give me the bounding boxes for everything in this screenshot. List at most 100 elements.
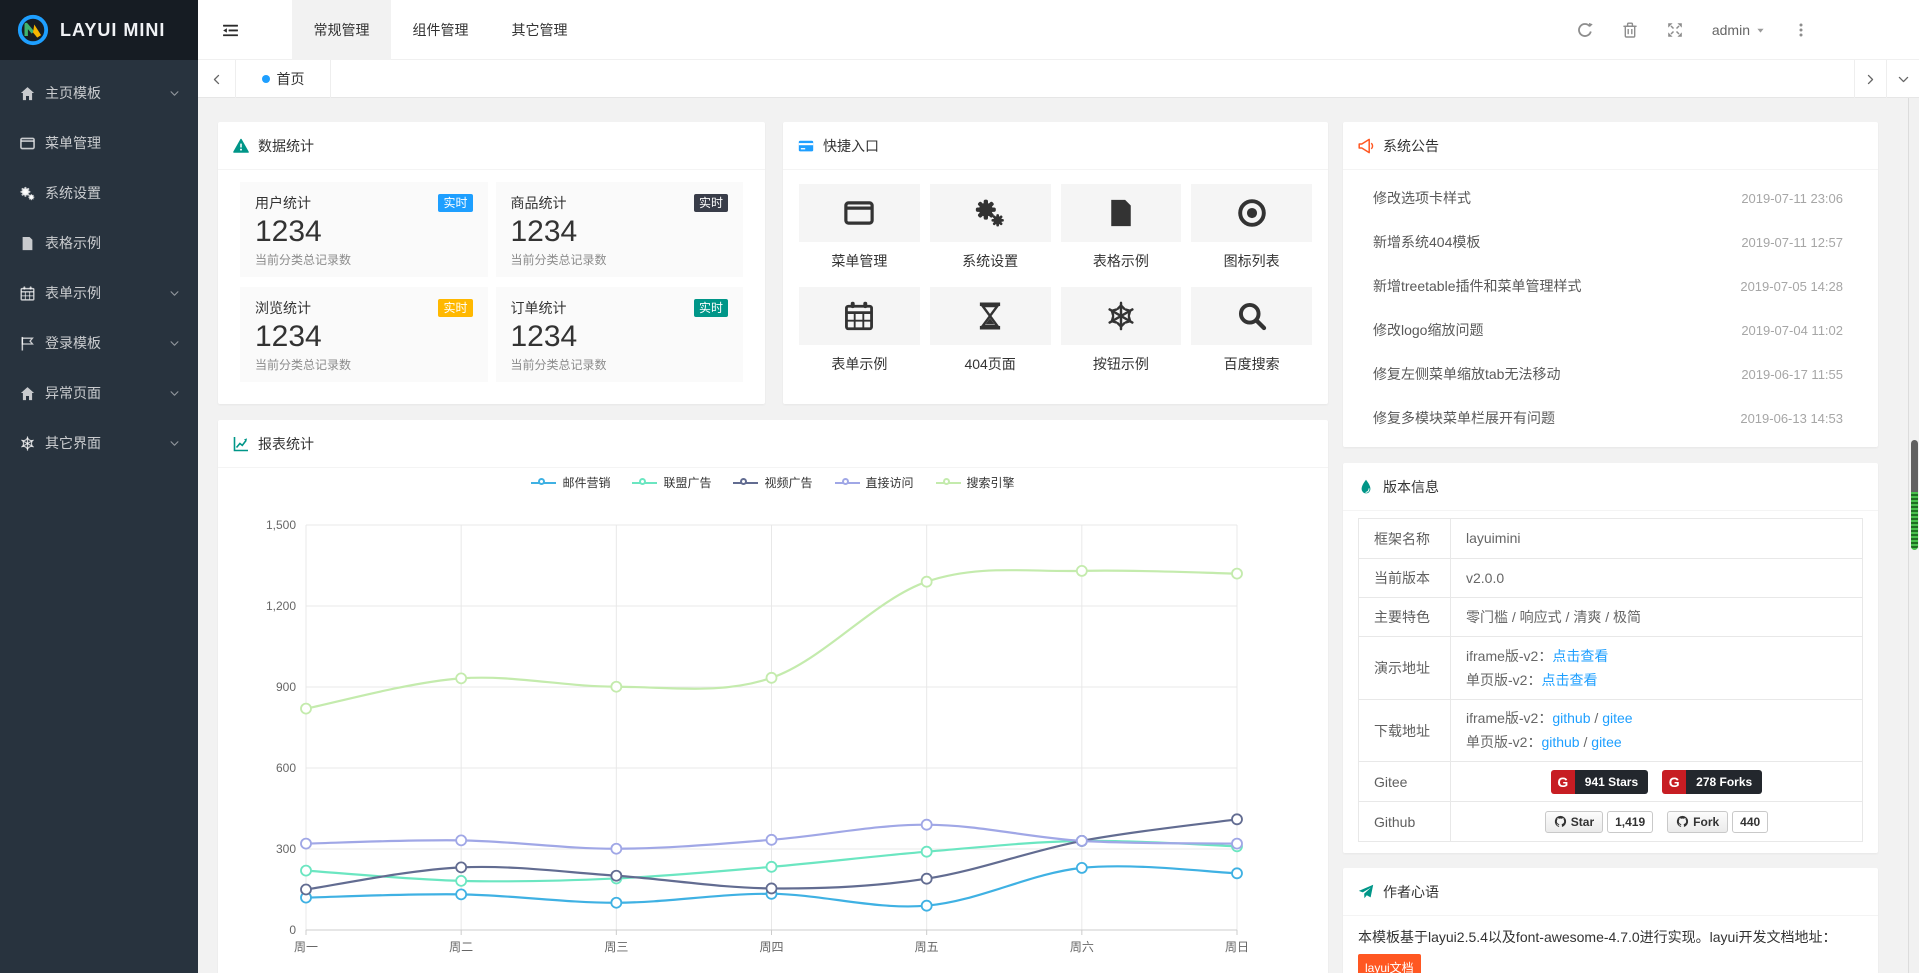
username: admin: [1712, 22, 1750, 38]
tab-home[interactable]: 首页: [236, 60, 331, 98]
version-link[interactable]: gitee: [1591, 734, 1621, 750]
stat-card-3[interactable]: 订单统计实时1234当前分类总记录数: [496, 287, 744, 382]
report-chart-area: 邮件营销联盟广告视频广告直接访问搜索引擎 03006009001,2001,50…: [218, 468, 1328, 973]
github-fork-button[interactable]: Fork: [1667, 811, 1728, 833]
quick-entry-label: 系统设置: [930, 251, 1051, 271]
quick-entry-7[interactable]: 百度搜索: [1191, 287, 1312, 374]
github-count[interactable]: 440: [1732, 811, 1768, 833]
quick-entry-3[interactable]: 图标列表: [1191, 184, 1312, 271]
author-line1: 本模板基于layui2.5.4以及font-awesome-4.7.0进行实现。…: [1358, 925, 1863, 949]
svg-text:0: 0: [289, 923, 296, 937]
window-icon: [20, 136, 35, 151]
quick-entry-5[interactable]: 404页面: [930, 287, 1051, 374]
topbar-tab-0[interactable]: 常规管理: [292, 0, 391, 60]
quick-entry-label: 按钮示例: [1061, 354, 1182, 374]
refresh-icon: [1577, 22, 1593, 38]
author-header: 作者心语: [1343, 868, 1878, 916]
quick-entry-title: 快捷入口: [823, 136, 879, 156]
version-link[interactable]: 点击查看: [1541, 672, 1597, 688]
tabs-menu-button[interactable]: [1886, 60, 1919, 98]
announcement-text[interactable]: 修改选项卡样式: [1373, 188, 1471, 208]
version-link[interactable]: gitee: [1602, 710, 1632, 726]
announcement-text[interactable]: 修复左侧菜单缩放tab无法移动: [1373, 364, 1560, 384]
quick-entry-6[interactable]: 按钮示例: [1061, 287, 1182, 374]
home-icon: [20, 386, 35, 401]
announcements-title: 系统公告: [1383, 136, 1439, 156]
legend-marker: [936, 478, 961, 488]
chevron-down-icon: [169, 388, 180, 399]
legend-item-2[interactable]: 视频广告: [733, 474, 812, 491]
quick-entry-2[interactable]: 表格示例: [1061, 184, 1182, 271]
file-icon: [20, 236, 35, 251]
legend-item-0[interactable]: 邮件营销: [531, 474, 610, 491]
github-octocat-icon: [1554, 815, 1567, 828]
logo-bar[interactable]: LAYUI MINI: [0, 0, 198, 60]
legend-item-3[interactable]: 直接访问: [835, 474, 914, 491]
sidebar-item-0[interactable]: 主页模板: [0, 68, 198, 118]
topbar-tab-2[interactable]: 其它管理: [490, 0, 589, 60]
sidebar-item-1[interactable]: 菜单管理: [0, 118, 198, 168]
stats-cards: 用户统计实时1234当前分类总记录数商品统计实时1234当前分类总记录数浏览统计…: [218, 170, 765, 394]
scrollbar-thumb[interactable]: [1911, 440, 1918, 492]
version-row-label: 主要特色: [1359, 598, 1451, 636]
sidebar-item-6[interactable]: 异常页面: [0, 368, 198, 418]
refresh-button[interactable]: [1577, 21, 1595, 39]
version-link[interactable]: github: [1541, 734, 1579, 750]
collapse-sidebar-button[interactable]: [198, 0, 262, 60]
stat-card-value: 1234: [255, 213, 473, 251]
stat-card-2[interactable]: 浏览统计实时1234当前分类总记录数: [240, 287, 488, 382]
sidebar-item-4[interactable]: 表单示例: [0, 268, 198, 318]
window-icon: [844, 198, 874, 228]
sidebar-item-2[interactable]: 系统设置: [0, 168, 198, 218]
caret-down-icon: [1755, 25, 1766, 36]
gears-icon: [20, 186, 35, 201]
svg-text:1,500: 1,500: [266, 518, 296, 532]
gitee-logo: G: [1662, 770, 1686, 794]
sidebar: LAYUI MINI 主页模板菜单管理系统设置表格示例表单示例登录模板异常页面其…: [0, 0, 198, 973]
more-menu-button[interactable]: [1793, 21, 1811, 39]
github-count[interactable]: 1,419: [1607, 811, 1653, 833]
chevron-down-icon: [169, 438, 180, 449]
quick-entry-1[interactable]: 系统设置: [930, 184, 1051, 271]
legend-label: 视频广告: [764, 474, 812, 491]
svg-text:300: 300: [276, 842, 296, 856]
gitee-badge[interactable]: G941 Stars: [1551, 770, 1648, 794]
announcement-text[interactable]: 修复多模块菜单栏展开有问题: [1373, 408, 1555, 428]
legend-item-4[interactable]: 搜索引擎: [936, 474, 1015, 491]
announcement-time: 2019-06-13 14:53: [1740, 411, 1843, 426]
quick-entry-4[interactable]: 表单示例: [799, 287, 920, 374]
page-scrollbar[interactable]: [1908, 98, 1919, 973]
version-link[interactable]: 点击查看: [1552, 648, 1608, 664]
tabs-scroll-right-button[interactable]: [1854, 60, 1886, 98]
user-dropdown[interactable]: admin: [1712, 22, 1766, 38]
gitee-badge[interactable]: G278 Forks: [1662, 770, 1762, 794]
sidebar-item-5[interactable]: 登录模板: [0, 318, 198, 368]
github-star-button[interactable]: Star: [1545, 811, 1603, 833]
version-row-0: 框架名称layuimini: [1359, 519, 1863, 559]
quick-entry-0[interactable]: 菜单管理: [799, 184, 920, 271]
sidebar-item-3[interactable]: 表格示例: [0, 218, 198, 268]
layui-doc-button[interactable]: layui文档: [1358, 954, 1421, 973]
report-line-chart: 03006009001,2001,500周一周二周三周四周五周六周日: [218, 468, 1328, 973]
target-icon: [1237, 198, 1267, 228]
sidebar-item-label: 菜单管理: [45, 133, 180, 153]
stat-card-sub: 当前分类总记录数: [255, 251, 473, 268]
version-link[interactable]: github: [1552, 710, 1590, 726]
topbar-tab-1[interactable]: 组件管理: [391, 0, 490, 60]
version-row-value: iframe版-v2：点击查看单页版-v2：点击查看: [1451, 637, 1862, 699]
announcement-text[interactable]: 修改logo缩放问题: [1373, 320, 1483, 340]
sidebar-item-7[interactable]: 其它界面: [0, 418, 198, 468]
stat-card-1[interactable]: 商品统计实时1234当前分类总记录数: [496, 182, 744, 277]
stat-card-label: 商品统计: [511, 193, 567, 213]
stat-card-sub: 当前分类总记录数: [255, 356, 473, 373]
fullscreen-button[interactable]: [1667, 21, 1685, 39]
announcement-text[interactable]: 新增系统404模板: [1373, 232, 1480, 252]
svg-text:周四: 周四: [759, 940, 783, 954]
clear-cache-button[interactable]: [1622, 21, 1640, 39]
stat-card-value: 1234: [255, 318, 473, 356]
stat-card-0[interactable]: 用户统计实时1234当前分类总记录数: [240, 182, 488, 277]
scrollbar-thumb-green[interactable]: [1911, 492, 1918, 550]
announcement-text[interactable]: 新增treetable插件和菜单管理样式: [1373, 276, 1581, 296]
legend-item-1[interactable]: 联盟广告: [632, 474, 711, 491]
tabs-scroll-left-button[interactable]: [198, 60, 236, 98]
